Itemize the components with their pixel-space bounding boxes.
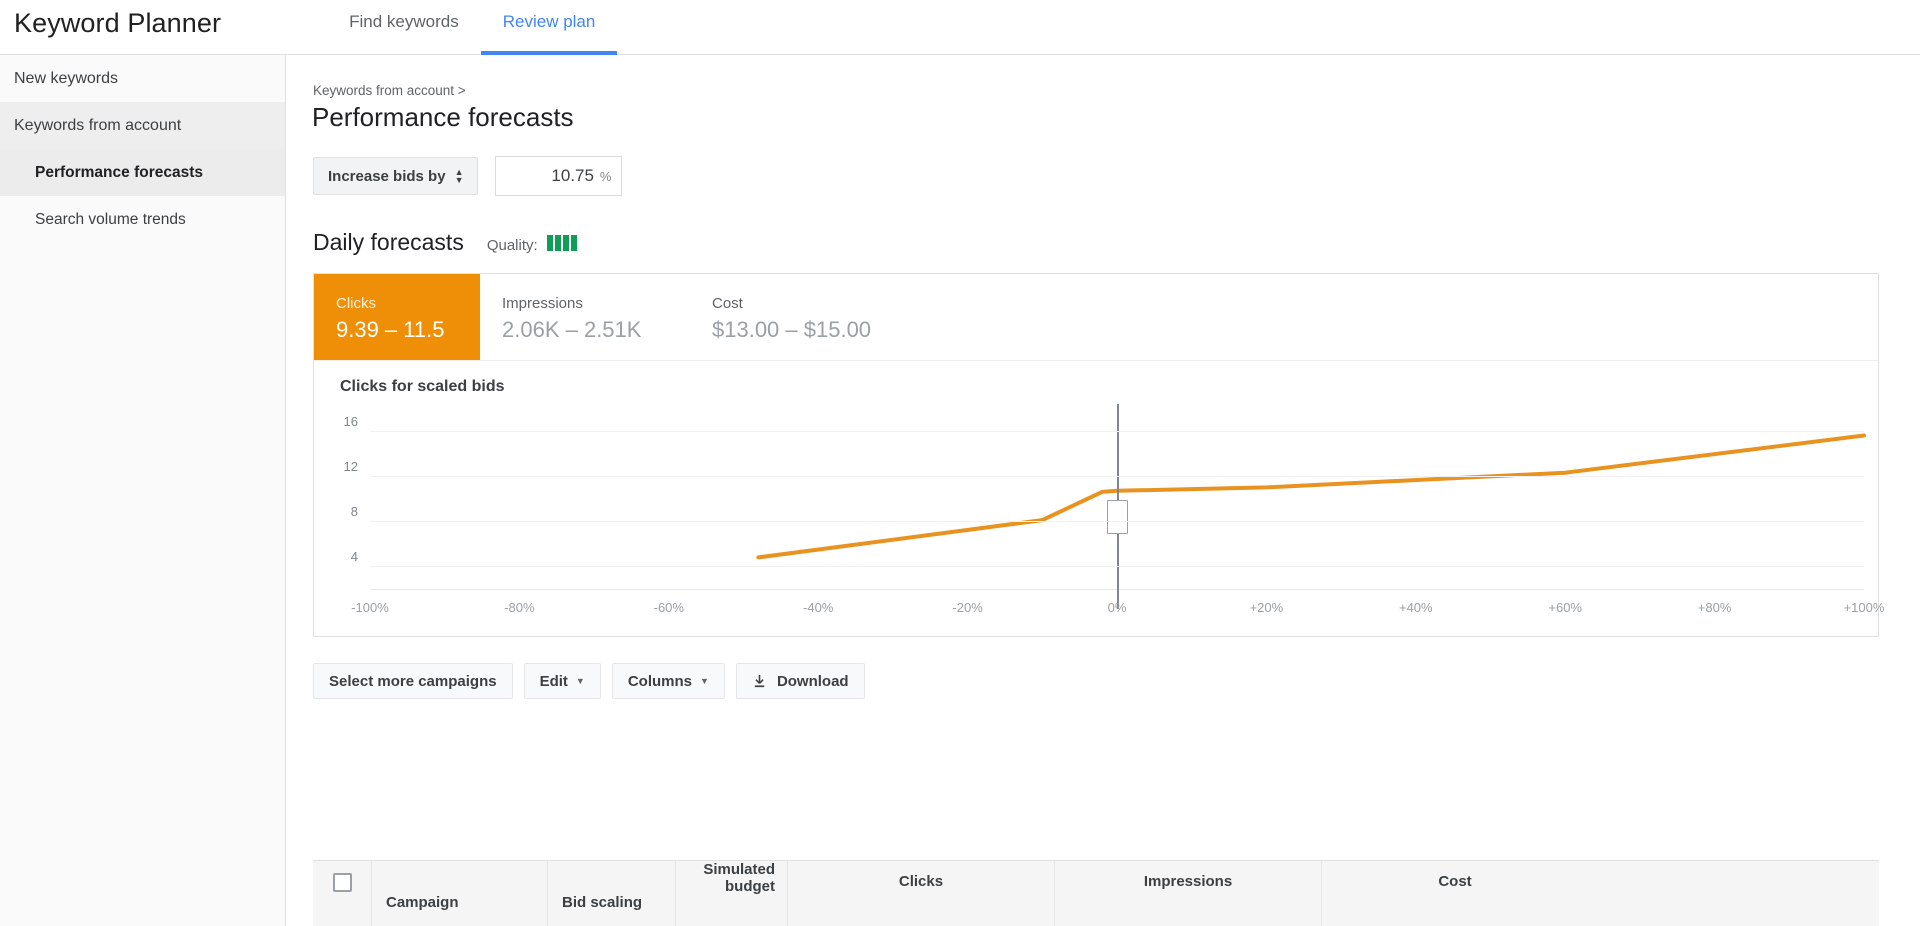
quality-bar [562, 235, 569, 251]
chart-title: Clicks for scaled bids [340, 378, 505, 395]
forecast-card: Clicks 9.39 – 11.5 Impressions 2.06K – 2… [313, 273, 1884, 637]
sidebar-item-performance-forecasts[interactable]: Performance forecasts [0, 149, 285, 196]
table-header-bid-scaling[interactable]: Bid scaling [547, 861, 675, 920]
table-header-clicks[interactable]: Clicks [787, 861, 1054, 920]
x-axis-tick-label: +20% [1249, 600, 1284, 615]
table-subcell-cost [1321, 920, 1588, 926]
table-subcell-impressions [1054, 920, 1321, 926]
x-axis-tick-label: +40% [1398, 600, 1433, 615]
daily-forecasts-header: Daily forecasts Quality: [313, 229, 1920, 256]
x-axis-tick-label: +100% [1843, 600, 1885, 615]
select-all-checkbox[interactable] [332, 873, 352, 892]
metric-tab-clicks[interactable]: Clicks 9.39 – 11.5 [314, 274, 480, 360]
x-axis-tick-label: -100% [351, 600, 389, 615]
edit-button-label: Edit [539, 672, 568, 690]
table-header-campaign[interactable]: Campaign [371, 861, 547, 920]
x-axis-tick-label: -80% [504, 600, 535, 615]
chart-gridline [370, 566, 1864, 568]
x-axis-tick-label: -20% [952, 600, 983, 615]
app-title: Keyword Planner [14, 8, 222, 38]
metric-tabs: Clicks 9.39 – 11.5 Impressions 2.06K – 2… [314, 274, 1878, 361]
metric-tab-cost-label: Cost [712, 295, 743, 312]
chart-series-line [756, 433, 1866, 560]
top-bar: Keyword Planner Find keywords Review pla… [0, 0, 1920, 55]
bid-adjust-select-label: Increase bids by [328, 167, 446, 185]
sidebar: New keywords Keywords from account Perfo… [0, 55, 286, 926]
table-header-simulated-budget[interactable]: Simulated budget [675, 861, 787, 920]
bid-controls: Increase bids by ▲ ▼ 10.75 % [313, 156, 1920, 196]
download-icon [752, 674, 767, 689]
chevron-down-icon: ▼ [575, 676, 585, 686]
metric-tab-clicks-label: Clicks [336, 295, 376, 312]
x-axis-tick-label: +80% [1697, 600, 1732, 615]
table-header-select-all [313, 861, 371, 920]
table-subheader-row [313, 920, 1879, 926]
table-toolbar: Select more campaigns Edit ▼ Columns ▼ D… [313, 663, 1920, 699]
table-subcell-campaign [371, 920, 547, 926]
forecast-chart[interactable]: 16 12 8 4 -100% -80% -60% -40% -20% 0% +20% +40% +60… [314, 404, 1884, 637]
spinner-updown-icon: ▲ ▼ [454, 167, 464, 185]
select-more-campaigns-button[interactable]: Select more campaigns [313, 663, 513, 699]
columns-button-label: Columns [627, 672, 693, 690]
bid-percent-input[interactable]: 10.75 % [495, 156, 623, 196]
download-button[interactable]: Download [735, 663, 865, 699]
chart-gridline [370, 521, 1864, 523]
y-axis-tick-label: 4 [350, 549, 358, 565]
chevron-down-icon: ▼ [700, 676, 709, 686]
metric-tab-cost-value: $13.00 – $15.00 [712, 317, 872, 342]
metric-tab-impressions-value: 2.06K – 2.51K [502, 317, 642, 342]
x-axis-tick-label: 0% [1107, 600, 1127, 615]
main-tabs: Find keywords Review plan [327, 0, 617, 55]
table-subcell-simulated-budget [675, 920, 787, 926]
daily-forecasts-title: Daily forecasts [313, 229, 464, 255]
bid-percent-value: 10.75 [551, 166, 594, 185]
chart-gridline [370, 430, 1864, 432]
sidebar-item-new-keywords[interactable]: New keywords [0, 55, 285, 102]
campaigns-table: Campaign Bid scaling Simulated budget Cl… [313, 860, 1879, 926]
table-header-row: Campaign Bid scaling Simulated budget Cl… [313, 860, 1879, 920]
chart-gridline [370, 476, 1864, 478]
quality-bar [546, 235, 553, 251]
columns-button[interactable]: Columns ▼ [611, 663, 725, 699]
y-axis-tick-label: 12 [343, 459, 358, 475]
x-axis-tick-label: +60% [1548, 600, 1582, 615]
table-header-impressions[interactable]: Impressions [1054, 861, 1321, 920]
metric-tab-impressions[interactable]: Impressions 2.06K – 2.51K [480, 274, 690, 360]
quality-bar [554, 235, 561, 251]
quality-bar [570, 235, 577, 251]
tab-find-keywords[interactable]: Find keywords [327, 0, 481, 55]
main-content: Keywords from account > Performance fore… [286, 55, 1920, 926]
quality-label: Quality: [486, 237, 538, 254]
table-subcell-bid-scaling [547, 920, 675, 926]
metric-tab-impressions-label: Impressions [502, 295, 583, 312]
table-subcell-clicks [787, 920, 1054, 926]
download-button-label: Download [776, 672, 849, 690]
tab-review-plan[interactable]: Review plan [480, 0, 618, 55]
metric-tab-clicks-value: 9.39 – 11.5 [336, 317, 445, 342]
page-title: Performance forecasts [312, 102, 574, 132]
bid-slider-handle[interactable] [1107, 499, 1128, 534]
table-header-cost[interactable]: Cost [1321, 861, 1588, 920]
sidebar-item-keywords-from-account[interactable]: Keywords from account [0, 102, 285, 149]
breadcrumb[interactable]: Keywords from account > [313, 83, 1920, 98]
table-subcell-blank [313, 920, 371, 926]
sidebar-item-search-volume-trends[interactable]: Search volume trends [0, 196, 285, 243]
bid-percent-unit: % [599, 168, 612, 184]
x-axis-tick-label: -60% [653, 600, 684, 615]
metric-tab-cost[interactable]: Cost $13.00 – $15.00 [690, 274, 900, 360]
bid-adjust-select[interactable]: Increase bids by ▲ ▼ [313, 157, 479, 195]
table-header-simulated-budget-label: Simulated budget [703, 861, 775, 895]
y-axis-tick-label: 16 [343, 413, 358, 429]
edit-button[interactable]: Edit ▼ [523, 663, 601, 699]
y-axis-tick-label: 8 [350, 504, 358, 520]
x-axis-tick-label: -40% [803, 600, 834, 615]
quality-bars-indicator [546, 235, 577, 251]
